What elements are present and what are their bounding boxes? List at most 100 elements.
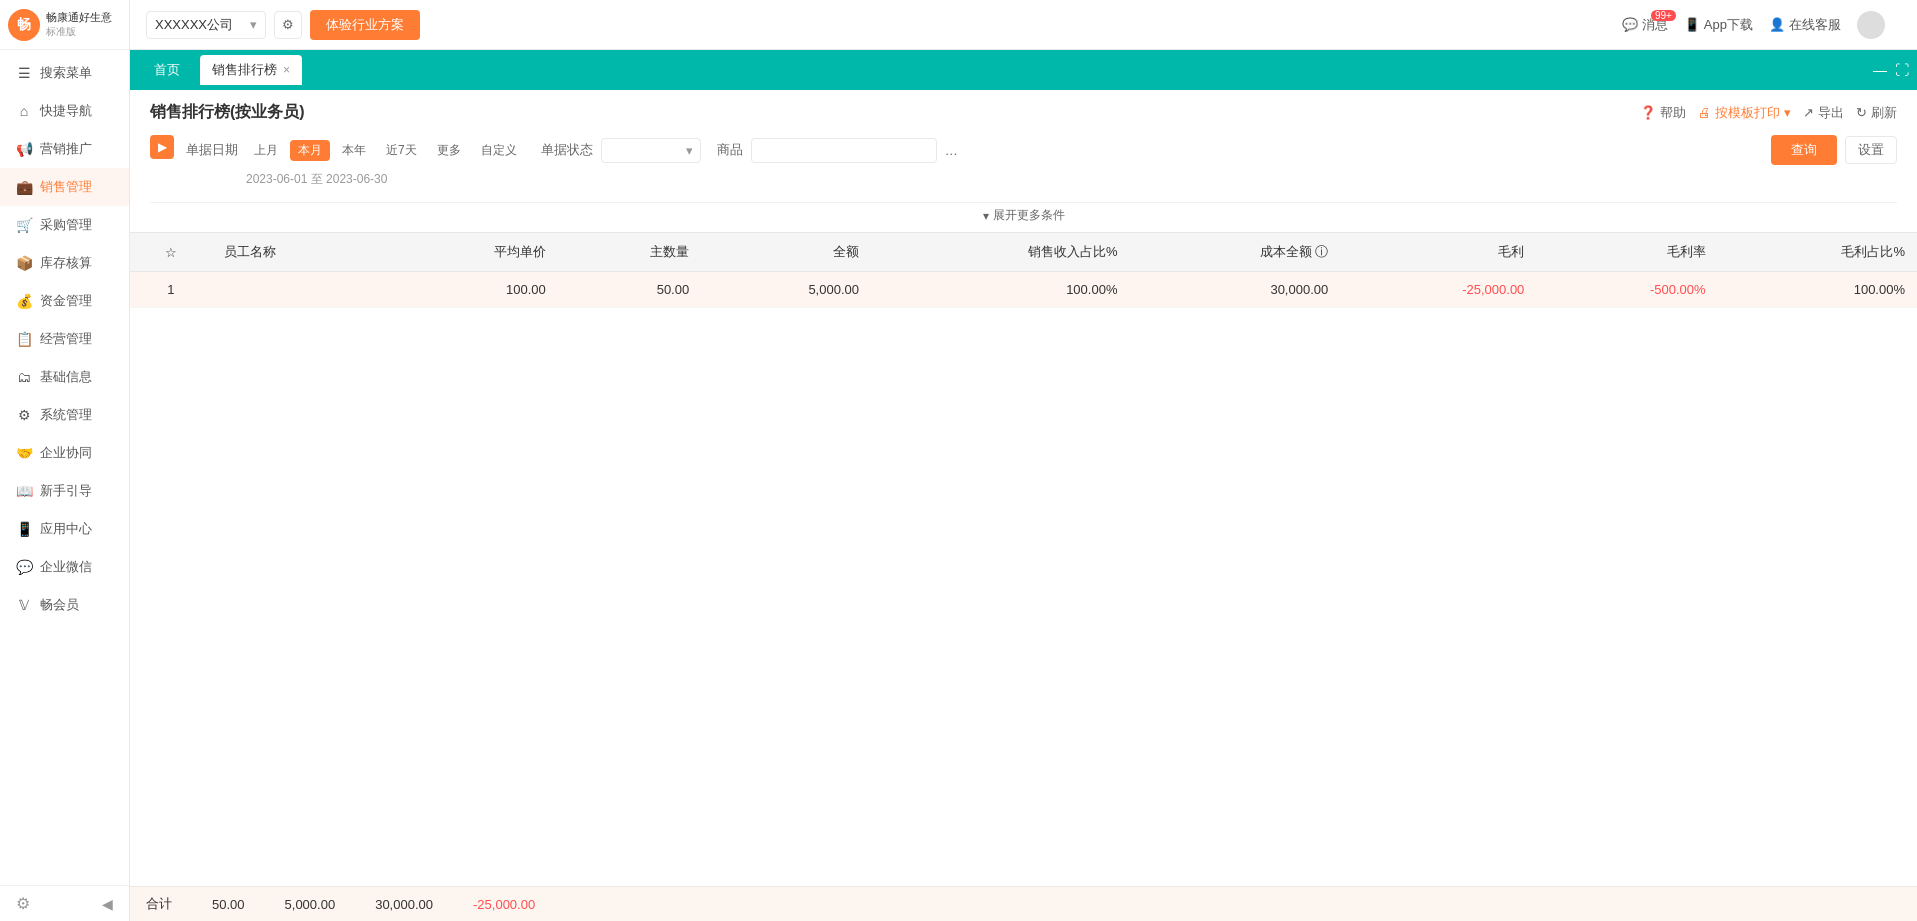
sidebar-item-app[interactable]: 📱 应用中心 (0, 510, 129, 548)
expand-icon: ▾ (983, 209, 989, 223)
company-select[interactable]: XXXXXX公司 ▾ (146, 11, 266, 39)
sidebar-item-member[interactable]: 𝕍 畅会员 (0, 586, 129, 624)
col-avg-price: 平均单价 (385, 233, 558, 272)
message-icon: 💬 (1622, 17, 1638, 32)
tab-maximize-icon[interactable]: ⛶ (1895, 62, 1909, 78)
topbar-right: 💬 消息 99+ 📱 App下载 👤 在线客服 (1622, 11, 1901, 39)
more-filter-icon[interactable]: … (945, 143, 958, 158)
print-icon: 🖨 (1698, 105, 1711, 120)
date-opt-year[interactable]: 本年 (334, 140, 374, 161)
topbar: XXXXXX公司 ▾ ⚙ 体验行业方案 💬 消息 99+ 📱 App下载 👤 在… (130, 0, 1917, 50)
tab-label: 销售排行榜 (212, 61, 277, 79)
footer-qty: 50.00 (212, 897, 245, 912)
query-button[interactable]: 查询 (1771, 135, 1837, 165)
help-button[interactable]: ❓ 帮助 (1640, 104, 1686, 122)
tab-close-icon[interactable]: × (283, 63, 290, 77)
date-label: 单据日期 (186, 141, 238, 159)
page-title-row: 销售排行榜(按业务员) ❓ 帮助 🖨 按模板打印 ▾ ↗ 导出 (150, 102, 1897, 123)
status-select[interactable] (601, 138, 701, 163)
member-icon: 𝕍 (16, 597, 32, 613)
sidebar-item-finance[interactable]: 💰 资金管理 (0, 282, 129, 320)
col-profit-pct: 毛利占比% (1718, 233, 1917, 272)
app-icon: 📱 (16, 521, 32, 537)
app-download-button[interactable]: 📱 App下载 (1684, 16, 1753, 34)
logo-name: 畅康通好生意 (46, 10, 112, 24)
message-button[interactable]: 💬 消息 99+ (1622, 16, 1668, 34)
date-opt-prev[interactable]: 上月 (246, 140, 286, 161)
weixin-icon: 💬 (16, 559, 32, 575)
col-profit: 毛利 (1340, 233, 1536, 272)
sales-icon: 💼 (16, 179, 32, 195)
table-wrap: ☆ 员工名称 平均单价 主数量 全额 销售收入占比% 成本全额 ⓘ 毛利 毛利率… (130, 233, 1917, 886)
chevron-down-icon: ▾ (250, 17, 257, 32)
bottom-bar: 合计 50.00 5,000.00 30,000.00 -25,000.00 (130, 886, 1917, 921)
avatar[interactable] (1857, 11, 1885, 39)
cell-profit-pct: 100.00% (1718, 272, 1917, 308)
sidebar-item-label: 基础信息 (40, 368, 92, 386)
logo-icon: 畅 (8, 9, 40, 41)
sidebar-item-operations[interactable]: 📋 经营管理 (0, 320, 129, 358)
filter-collapse-arrow[interactable]: ▶ (150, 135, 174, 159)
print-button[interactable]: 🖨 按模板打印 ▾ (1698, 104, 1791, 122)
gear-button[interactable]: ⚙ (274, 11, 302, 39)
sidebar-item-guide[interactable]: 📖 新手引导 (0, 472, 129, 510)
cell-amount: 5,000.00 (701, 272, 871, 308)
date-opt-cur[interactable]: 本月 (290, 140, 330, 161)
sidebar-item-marketing[interactable]: 📢 营销推广 (0, 130, 129, 168)
search-icon: ☰ (16, 65, 32, 81)
purchase-icon: 🛒 (16, 217, 32, 233)
tab-minimize-icon[interactable]: — (1873, 62, 1887, 78)
page-header: 销售排行榜(按业务员) ❓ 帮助 🖨 按模板打印 ▾ ↗ 导出 (130, 90, 1917, 233)
finance-icon: 💰 (16, 293, 32, 309)
service-button[interactable]: 👤 在线客服 (1769, 16, 1841, 34)
industry-button[interactable]: 体验行业方案 (310, 10, 420, 40)
table-row: 1 100.00 50.00 5,000.00 100.00% 30,000.0… (130, 272, 1917, 308)
company-name: XXXXXX公司 (155, 16, 233, 34)
sidebar-item-sales[interactable]: 💼 销售管理 (0, 168, 129, 206)
basic-icon: 🗂 (16, 369, 32, 385)
expand-button[interactable]: ▾ 展开更多条件 (983, 207, 1065, 224)
sidebar-item-search[interactable]: ☰ 搜索菜单 (0, 54, 129, 92)
sidebar-item-label: 库存核算 (40, 254, 92, 272)
cell-profit: -25,000.00 (1340, 272, 1536, 308)
sidebar-item-weixin[interactable]: 💬 企业微信 (0, 548, 129, 586)
filter-row: 单据日期 上月 本月 本年 近7天 更多 自定义 (186, 135, 1897, 175)
page-actions: ❓ 帮助 🖨 按模板打印 ▾ ↗ 导出 ↻ 刷新 (1640, 104, 1897, 122)
sidebar-collapse-icon[interactable]: ◀ (102, 896, 113, 912)
sidebar-item-label: 资金管理 (40, 292, 92, 310)
service-icon: 👤 (1769, 17, 1785, 32)
date-opt-7d[interactable]: 近7天 (378, 140, 425, 161)
home-icon: ⌂ (16, 103, 32, 119)
print-chevron-icon: ▾ (1784, 105, 1791, 120)
sidebar-settings-icon[interactable]: ⚙ (16, 894, 30, 913)
date-opt-custom[interactable]: 自定义 (473, 140, 525, 161)
sidebar-item-basic[interactable]: 🗂 基础信息 (0, 358, 129, 396)
sidebar-item-label: 畅会员 (40, 596, 79, 614)
col-rank: ☆ (130, 233, 212, 272)
sidebar-item-inventory[interactable]: 📦 库存核算 (0, 244, 129, 282)
col-profit-rate: 毛利率 (1536, 233, 1717, 272)
status-select-wrap (601, 138, 701, 163)
export-button[interactable]: ↗ 导出 (1803, 104, 1844, 122)
sidebar-item-system[interactable]: ⚙ 系统管理 (0, 396, 129, 434)
sidebar-item-label: 快捷导航 (40, 102, 92, 120)
sidebar-item-label: 系统管理 (40, 406, 92, 424)
date-range-display: 2023-06-01 至 2023-06-30 (246, 172, 387, 186)
operations-icon: 📋 (16, 331, 32, 347)
sidebar-item-quick[interactable]: ⌂ 快捷导航 (0, 92, 129, 130)
sidebar-item-label: 应用中心 (40, 520, 92, 538)
system-icon: ⚙ (16, 407, 32, 423)
tab-sales-ranking[interactable]: 销售排行榜 × (200, 55, 302, 85)
tab-home[interactable]: 首页 (138, 50, 196, 90)
goods-input[interactable] (751, 138, 937, 163)
marketing-icon: 📢 (16, 141, 32, 157)
refresh-button[interactable]: ↻ 刷新 (1856, 104, 1897, 122)
sidebar-item-purchase[interactable]: 🛒 采购管理 (0, 206, 129, 244)
tabbar: 首页 销售排行榜 × — ⛶ (130, 50, 1917, 90)
settings-button[interactable]: 设置 (1845, 136, 1897, 164)
sidebar-item-collab[interactable]: 🤝 企业协同 (0, 434, 129, 472)
date-opt-more[interactable]: 更多 (429, 140, 469, 161)
data-table: ☆ 员工名称 平均单价 主数量 全额 销售收入占比% 成本全额 ⓘ 毛利 毛利率… (130, 233, 1917, 308)
date-filter-group: 单据日期 上月 本月 本年 近7天 更多 自定义 (186, 140, 525, 161)
sidebar-item-label: 销售管理 (40, 178, 92, 196)
